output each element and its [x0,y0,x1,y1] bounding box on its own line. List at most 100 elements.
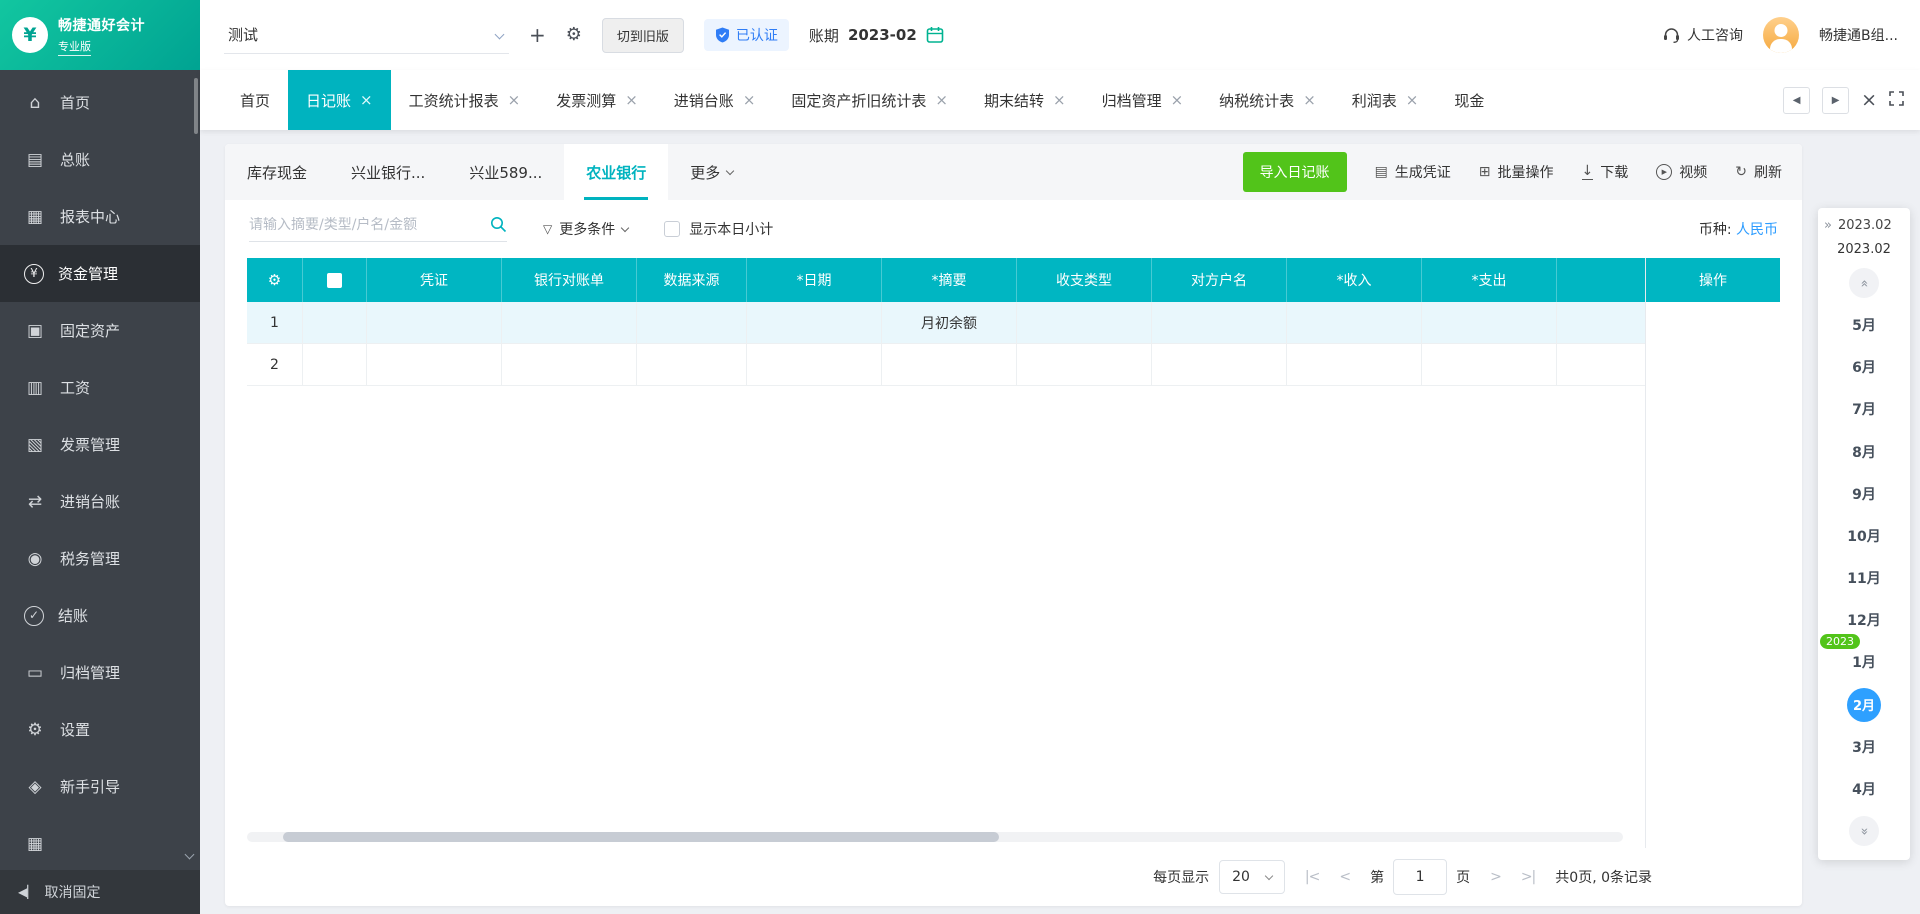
close-tab-icon[interactable]: × [743,92,756,108]
add-account-set-button[interactable]: + [529,25,546,45]
column-header-*支出[interactable]: *支出 [1422,258,1557,302]
sidebar-item-guide[interactable]: ◈ 新手引导 [0,758,200,815]
more-conditions-button[interactable]: ▽ 更多条件 [543,219,630,239]
sidebar-item-tax[interactable]: ◉ 税务管理 [0,530,200,587]
next-page-button[interactable]: > [1490,869,1502,885]
column-header-*日期[interactable]: *日期 [747,258,882,302]
sidebar-item-report-center[interactable]: ▦ 报表中心 [0,188,200,245]
table-cell[interactable] [1287,344,1422,385]
table-cell[interactable]: 月初余额 [882,302,1017,343]
close-tab-icon[interactable]: × [1303,92,1316,108]
unpin-sidebar-button[interactable]: ◀▏ 取消固定 [0,870,200,914]
subtab-库存现金[interactable]: 库存现金 [225,144,329,200]
column-header-*收入[interactable]: *收入 [1287,258,1422,302]
scroll-tabs-right-button[interactable]: ▶ [1822,86,1850,114]
sidebar-item-home[interactable]: ⌂ 首页 [0,74,200,131]
sidebar-item-invoice[interactable]: ▧ 发票管理 [0,416,200,473]
table-cell[interactable] [637,302,747,343]
table-cell[interactable] [637,344,747,385]
close-all-tabs-button[interactable]: × [1861,90,1877,110]
subtab-更多[interactable]: 更多 [668,144,755,200]
sidebar-item-general-ledger[interactable]: ▤ 总账 [0,131,200,188]
sidebar-item-salary[interactable]: ▥ 工资 [0,359,200,416]
month-item-4月[interactable]: 4月 [1818,770,1910,808]
download-button[interactable]: ↓ 下载 [1581,162,1628,182]
tab-现金[interactable]: 现金 [1436,70,1502,130]
row-checkbox-cell[interactable] [303,302,367,343]
table-cell[interactable] [1017,302,1152,343]
table-cell[interactable] [1287,302,1422,343]
prev-page-button[interactable]: < [1339,869,1351,885]
close-tab-icon[interactable]: × [1406,92,1419,108]
scroll-months-down-button[interactable]: » [1849,816,1879,846]
sidebar-scroll-down-icon[interactable] [184,846,195,862]
collapse-rail-icon[interactable]: » [1824,218,1832,233]
table-cell[interactable] [367,344,502,385]
column-header-*摘要[interactable]: *摘要 [882,258,1017,302]
currency-value[interactable]: 人民币 [1736,222,1778,238]
tab-日记账[interactable]: 日记账 × [288,70,391,130]
rail-current-period[interactable]: 2023.02 [1818,237,1910,262]
fullscreen-button[interactable] [1889,90,1904,110]
month-item-8月[interactable]: 8月 [1818,433,1910,471]
column-header-对方户名[interactable]: 对方户名 [1152,258,1287,302]
column-header-数据来源[interactable]: 数据来源 [637,258,747,302]
video-help-button[interactable]: ▶ 视频 [1656,162,1707,182]
column-header-银行对账单[interactable]: 银行对账单 [502,258,637,302]
daily-subtotal-checkbox[interactable] [664,221,681,237]
user-avatar[interactable] [1763,17,1800,53]
generate-voucher-button[interactable]: ▤ 生成凭证 [1375,162,1451,182]
search-input[interactable] [249,216,464,233]
month-item-5月[interactable]: 5月 [1818,306,1910,344]
column-settings-button[interactable]: ⚙ [247,258,303,302]
close-tab-icon[interactable]: × [935,92,948,108]
tab-归档管理[interactable]: 归档管理 × [1084,70,1202,130]
sidebar-item-fixed-assets[interactable]: ▣ 固定资产 [0,302,200,359]
sidebar-item-closing[interactable]: ✓ 结账 [0,587,200,644]
horizontal-scrollbar[interactable] [247,832,1623,842]
subtab-农业银行[interactable]: 农业银行 [564,144,669,200]
tab-利润表[interactable]: 利润表 × [1334,70,1437,130]
certified-badge[interactable]: 已认证 [703,19,789,51]
tab-进销台账[interactable]: 进销台账 × [656,70,774,130]
close-tab-icon[interactable]: × [1171,92,1184,108]
month-item-2月[interactable]: 2月 [1818,686,1910,724]
month-item-10月[interactable]: 10月 [1818,517,1910,555]
table-cell[interactable] [502,302,637,343]
sidebar-item-settings[interactable]: ⚙ 设置 [0,701,200,758]
sidebar-item-archive[interactable]: ▭ 归档管理 [0,644,200,701]
month-item-9月[interactable]: 9月 [1818,475,1910,513]
close-tab-icon[interactable]: × [1053,92,1066,108]
column-header-收支类型[interactable]: 收支类型 [1017,258,1152,302]
tab-期末结转[interactable]: 期末结转 × [966,70,1084,130]
page-number-input[interactable] [1393,859,1448,895]
subtab-兴业589...[interactable]: 兴业589... [447,144,564,200]
search-icon[interactable] [490,216,507,233]
subtab-兴业银行...[interactable]: 兴业银行... [329,144,447,200]
table-cell[interactable] [1422,344,1557,385]
table-cell[interactable] [367,302,502,343]
user-name[interactable]: 畅捷通B组... [1819,25,1898,45]
row-checkbox-cell[interactable] [303,344,367,385]
sidebar-item-funds[interactable]: ¥ 资金管理 [0,245,200,302]
scroll-months-up-button[interactable]: « [1849,268,1879,298]
page-size-select[interactable]: 20 [1219,860,1285,894]
table-cell[interactable] [1152,344,1287,385]
month-item-11月[interactable]: 11月 [1818,559,1910,597]
month-item-6月[interactable]: 6月 [1818,348,1910,386]
show-daily-subtotal-toggle[interactable]: 显示本日小计 [664,219,773,239]
sidebar-scrollbar[interactable] [194,78,198,134]
close-tab-icon[interactable]: × [360,92,373,108]
tab-首页[interactable]: 首页 [222,70,288,130]
table-cell[interactable] [882,344,1017,385]
last-page-button[interactable]: >| [1521,869,1536,885]
account-set-select[interactable]: 测试 [224,16,509,54]
scroll-tabs-left-button[interactable]: ◀ [1783,86,1811,114]
table-cell[interactable] [1152,302,1287,343]
close-tab-icon[interactable]: × [625,92,638,108]
tab-发票测算[interactable]: 发票测算 × [538,70,656,130]
sidebar-item-extra[interactable]: ▦ [0,815,200,870]
tab-固定资产折旧统计表[interactable]: 固定资产折旧统计表 × [773,70,966,130]
select-all-checkbox[interactable] [327,272,342,288]
first-page-button[interactable]: |< [1305,869,1320,885]
